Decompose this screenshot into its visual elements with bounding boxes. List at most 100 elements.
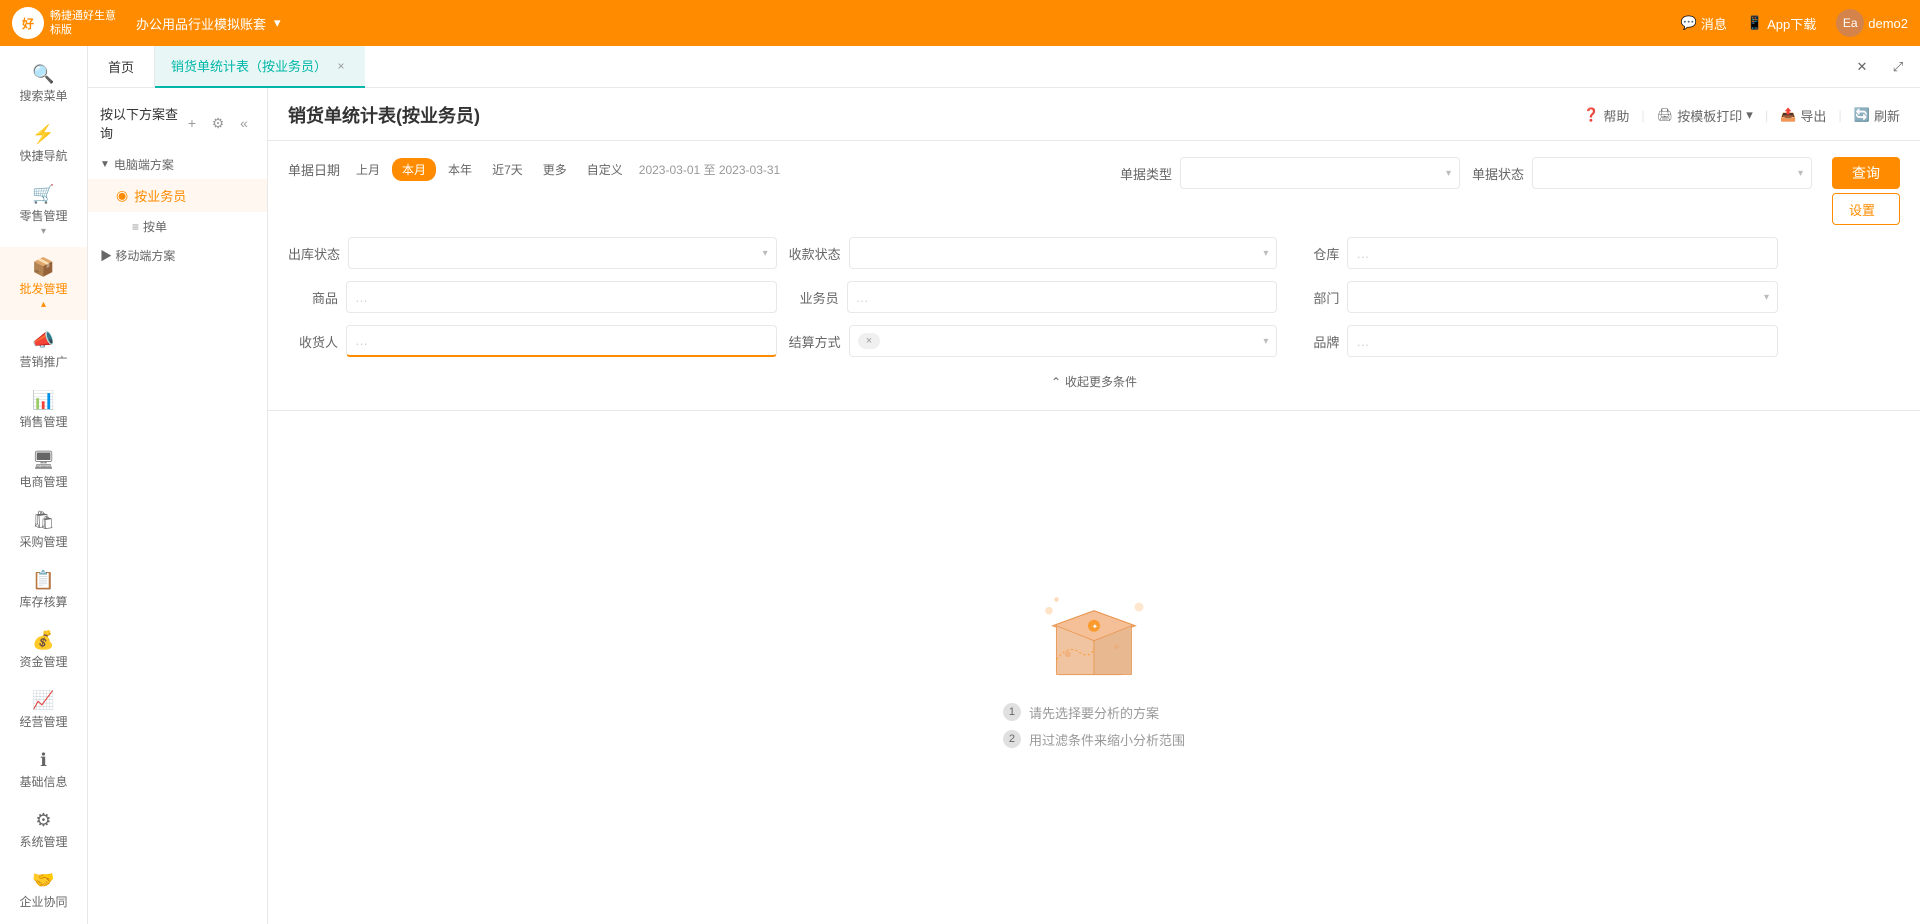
doc-type-input[interactable]: ▾	[1180, 157, 1460, 189]
filter-item-receiver: 收货人 …	[288, 325, 777, 357]
sidebar-item-marketing[interactable]: 📣 营销推广	[0, 320, 87, 380]
goods-label: 商品	[288, 288, 338, 307]
setting-button[interactable]: 设置	[1832, 193, 1900, 225]
plan-group-mobile[interactable]: ▶ 移动端方案	[88, 241, 267, 270]
filter-item-goods: 商品 …	[288, 281, 777, 313]
sidebar-item-wholesale[interactable]: 📦 批发管理 ▴	[0, 247, 87, 320]
collapse-button[interactable]: ⌃ 收起更多条件	[1039, 369, 1149, 394]
tab-active[interactable]: 销货单统计表（按业务员） ×	[155, 46, 365, 88]
sidebar-item-label: 库存核算	[19, 593, 67, 610]
add-plan-button[interactable]: +	[181, 112, 203, 134]
sidebar-item-purchase[interactable]: 🛍 采购管理	[0, 500, 87, 560]
sidebar-item-label: 搜索菜单	[19, 87, 67, 104]
sub-plan-item-by-order[interactable]: ≡ 按单	[88, 212, 267, 241]
warehouse-input[interactable]: …	[1347, 237, 1778, 269]
date-btn-this-year[interactable]: 本年	[440, 157, 480, 182]
filter-item-date: 单据日期 上月 本月 本年 近7天 更多 自定义 2023-03-01 至 20…	[288, 157, 1108, 182]
message-action[interactable]: 💬 消息	[1681, 14, 1727, 33]
sidebar-item-basic-info[interactable]: ℹ 基础信息	[0, 740, 87, 800]
settings-plan-button[interactable]: ⚙	[207, 112, 229, 134]
sidebar-item-quick-nav[interactable]: ⚡ 快捷导航	[0, 114, 87, 174]
warehouse-dots: …	[1356, 246, 1369, 261]
date-label: 单据日期	[288, 160, 340, 179]
date-btn-custom[interactable]: 自定义	[579, 157, 631, 182]
settlement-dropdown-icon: ▾	[1263, 336, 1268, 347]
out-status-input[interactable]: ▾	[348, 237, 777, 269]
tab-active-label: 销货单统计表（按业务员）	[171, 56, 327, 75]
date-range: 2023-03-01 至 2023-03-31	[639, 161, 780, 178]
sidebar-item-label: 销售管理	[19, 413, 67, 430]
date-filter: 上月 本月 本年 近7天 更多 自定义 2023-03-01 至 2023-03…	[348, 157, 1108, 182]
app-download-action[interactable]: 📱 App下载	[1747, 14, 1816, 33]
top-bar: 好 畅捷通好生意 标版 办公用品行业模拟账套 ▾ 💬 消息 📱 App下载 Ea	[0, 0, 1920, 46]
sidebar-item-finance[interactable]: 💰 资金管理	[0, 620, 87, 680]
out-status-label: 出库状态	[288, 244, 340, 263]
date-btn-this-month[interactable]: 本月	[392, 158, 436, 181]
sidebar-item-operations[interactable]: 📈 经营管理	[0, 680, 87, 740]
print-action[interactable]: 🖨 按模板打印 ▾	[1657, 106, 1753, 125]
receiver-input[interactable]: …	[346, 325, 777, 357]
tab-close-button[interactable]: ×	[333, 58, 349, 74]
settlement-tag-close[interactable]: ×	[866, 335, 872, 347]
export-action[interactable]: 📤 导出	[1780, 106, 1826, 125]
plan-item-by-salesman[interactable]: ◉ 按业务员	[88, 179, 267, 212]
left-panel-header: 按以下方案查询 + ⚙ «	[88, 100, 267, 150]
payment-input[interactable]: ▾	[849, 237, 1278, 269]
date-btn-last-month[interactable]: 上月	[348, 157, 388, 182]
brand-input[interactable]: …	[1347, 325, 1778, 357]
salesman-label: 业务员	[789, 288, 839, 307]
settlement-input[interactable]: × ▾	[849, 325, 1278, 357]
sidebar-item-collaboration[interactable]: 🤝 企业协同	[0, 860, 87, 920]
sidebar-item-label: 营销推广	[19, 353, 67, 370]
receiver-label: 收货人	[288, 332, 338, 351]
sidebar-item-ecommerce[interactable]: 🖥 电商管理	[0, 440, 87, 500]
collapse-panel-button[interactable]: «	[233, 112, 255, 134]
sidebar-item-label: 电商管理	[19, 473, 67, 490]
filter-actions: 查询 设置	[1832, 157, 1900, 225]
export-icon: 📤	[1780, 107, 1796, 123]
sidebar-item-label: 快捷导航	[19, 147, 67, 164]
sidebar-item-inventory[interactable]: 📋 库存核算	[0, 560, 87, 620]
system-icon: ⚙	[35, 810, 51, 831]
empty-step-2: 2 用过滤条件来缩小分析范围	[1003, 730, 1185, 749]
sidebar-item-retail[interactable]: 🛒 零售管理 ▾	[0, 174, 87, 247]
sidebar-item-search[interactable]: 🔍 搜索菜单	[0, 54, 87, 114]
salesman-input[interactable]: …	[847, 281, 1278, 313]
sidebar-item-label: 企业协同	[19, 893, 67, 910]
quick-nav-icon: ⚡	[32, 124, 54, 145]
maximize-button[interactable]: ⤢	[1884, 53, 1912, 81]
industry-dropdown-icon[interactable]: ▾	[274, 15, 281, 31]
user-action[interactable]: Ea demo2	[1836, 9, 1908, 37]
plan-group-label: 电脑端方案	[114, 156, 174, 173]
plan-group-desktop-header[interactable]: ▼ 电脑端方案	[88, 150, 267, 179]
goods-input[interactable]: …	[346, 281, 777, 313]
message-icon: 💬	[1681, 15, 1697, 31]
filter-item-settlement: 结算方式 × ▾	[789, 325, 1278, 357]
sidebar-item-label: 基础信息	[19, 773, 67, 790]
sidebar-item-guide[interactable]: 🎯 新手引导	[0, 920, 87, 924]
sub-plan-icon: ≡	[132, 220, 139, 234]
plan-item-label: 按业务员	[134, 186, 186, 205]
empty-step-1: 1 请先选择要分析的方案	[1003, 703, 1185, 722]
dept-input[interactable]: ▾	[1347, 281, 1778, 313]
filter-row-4: 收货人 … 结算方式 ×	[288, 325, 1900, 357]
purchase-icon: 🛍	[32, 510, 55, 531]
filter-area: 单据日期 上月 本月 本年 近7天 更多 自定义 2023-03-01 至 20…	[268, 141, 1920, 411]
refresh-action[interactable]: 🔄 刷新	[1854, 106, 1900, 125]
sidebar-item-label: 零售管理	[19, 207, 67, 224]
doc-status-input[interactable]: ▾	[1532, 157, 1812, 189]
wholesale-icon: 📦	[32, 257, 54, 278]
left-panel-title: 按以下方案查询	[100, 104, 181, 142]
tab-bar-actions: ✕ ⤢	[1848, 53, 1920, 81]
sidebar-item-sales[interactable]: 📊 销售管理	[0, 380, 87, 440]
close-window-button[interactable]: ✕	[1848, 53, 1876, 81]
date-btn-more[interactable]: 更多	[535, 157, 575, 182]
query-button[interactable]: 查询	[1832, 157, 1900, 189]
tab-home[interactable]: 首页	[88, 46, 155, 88]
add-icon: +	[188, 115, 196, 131]
help-icon: ❓	[1583, 107, 1599, 123]
help-action[interactable]: ❓ 帮助	[1583, 106, 1629, 125]
sidebar-item-system[interactable]: ⚙ 系统管理	[0, 800, 87, 860]
finance-icon: 💰	[32, 630, 54, 651]
date-btn-7days[interactable]: 近7天	[484, 157, 531, 182]
